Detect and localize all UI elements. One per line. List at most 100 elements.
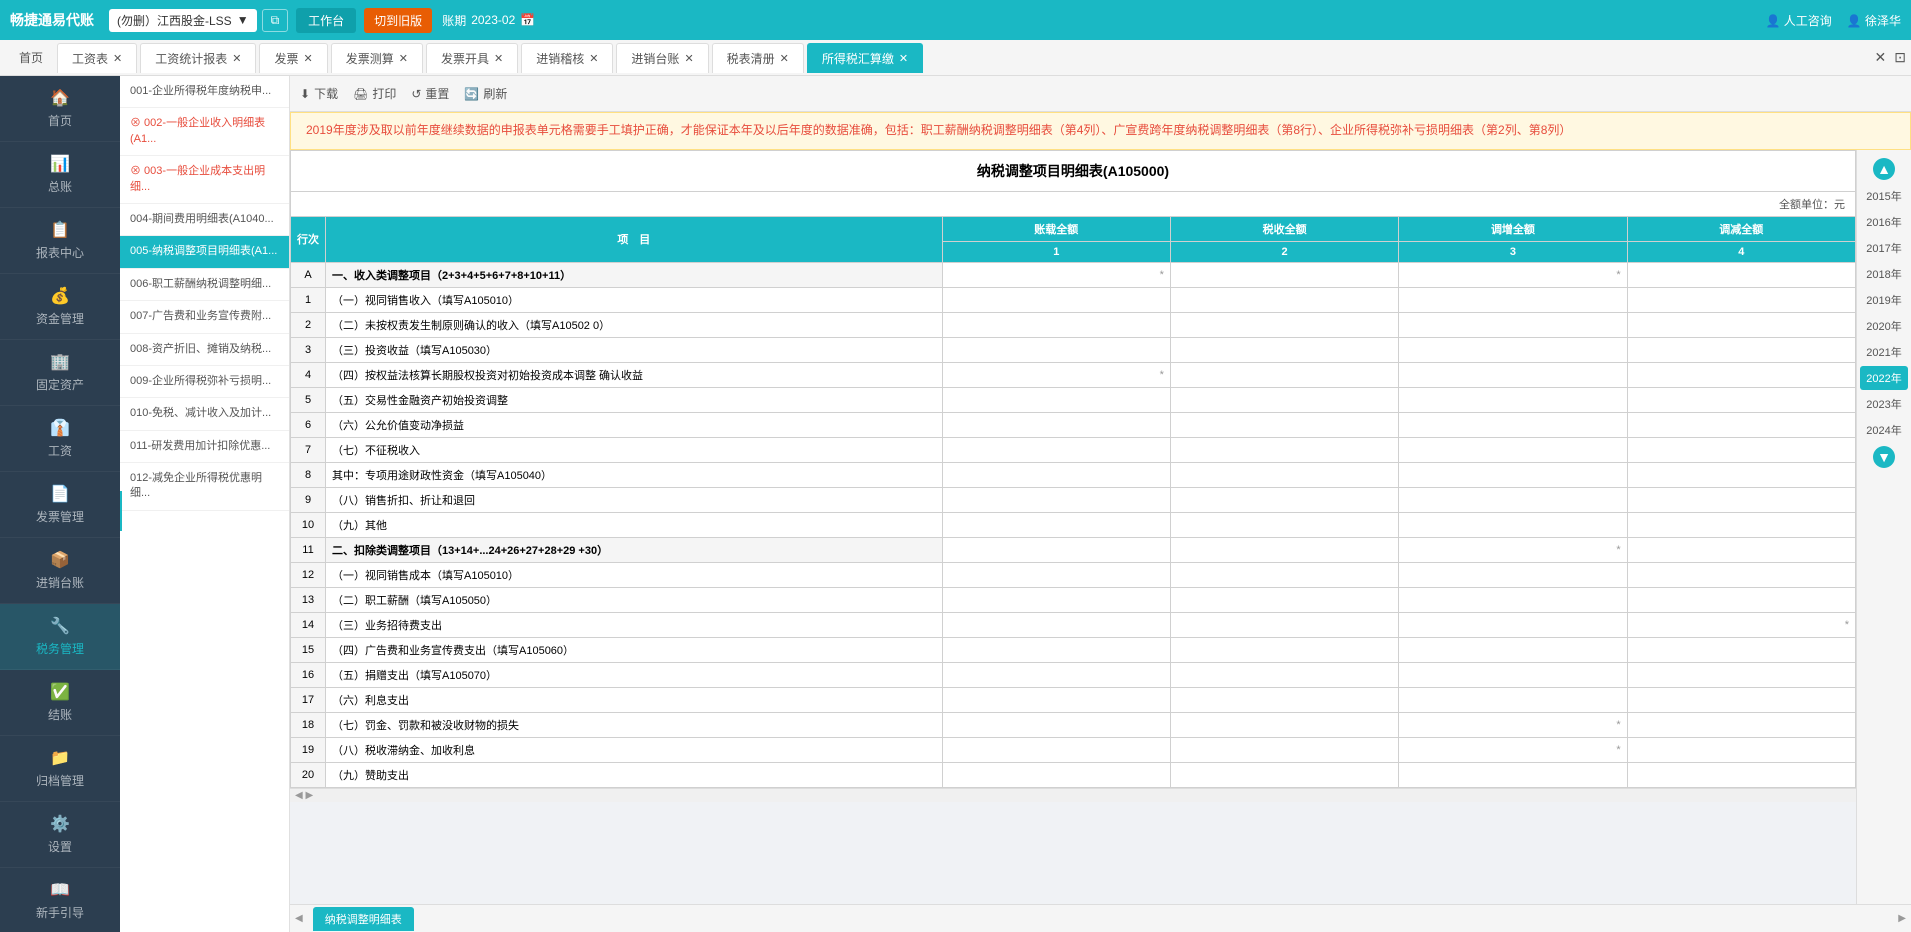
- row-item-cell[interactable]: 其中：专项用途财政性资金（填写A105040）: [326, 462, 943, 487]
- row-data-cell-4[interactable]: [1627, 662, 1855, 687]
- row-item-cell[interactable]: （二）职工薪酬（填写A105050）: [326, 587, 943, 612]
- row-item-cell[interactable]: 二、扣除类调整项目（13+14+...24+26+27+28+29 +30）: [326, 537, 943, 562]
- row-data-cell-4[interactable]: [1627, 737, 1855, 762]
- row-data-cell-1[interactable]: [942, 287, 1170, 312]
- row-data-cell-1[interactable]: [942, 437, 1170, 462]
- row-item-cell[interactable]: （九）其他: [326, 512, 943, 537]
- customer-service-link[interactable]: 👤 人工咨询: [1765, 12, 1831, 29]
- row-data-cell-2[interactable]: [1170, 587, 1398, 612]
- company-selector[interactable]: (勿删）江西股金-LSS ▼: [109, 9, 257, 32]
- row-data-cell-3[interactable]: [1399, 312, 1627, 337]
- row-data-cell-3[interactable]: *: [1399, 712, 1627, 737]
- row-data-cell-4[interactable]: *: [1627, 612, 1855, 637]
- row-item-cell[interactable]: （六）公允价值变动净损益: [326, 412, 943, 437]
- row-data-cell-2[interactable]: [1170, 287, 1398, 312]
- sub-nav-item-002[interactable]: ⊗ 002-一般企业收入明细表(A1...: [120, 108, 289, 156]
- row-item-cell[interactable]: （四）按权益法核算长期股权投资对初始投资成本调整 确认收益: [326, 362, 943, 387]
- year-2016[interactable]: 2016年: [1860, 210, 1908, 234]
- row-item-cell[interactable]: （一）视同销售收入（填写A105010）: [326, 287, 943, 312]
- collapse-subnav-button[interactable]: ◀: [120, 491, 122, 531]
- tab-home[interactable]: 首页: [5, 43, 57, 72]
- refresh-button[interactable]: 🔄 刷新: [464, 85, 507, 102]
- row-data-cell-2[interactable]: [1170, 712, 1398, 737]
- row-data-cell-2[interactable]: [1170, 537, 1398, 562]
- row-item-cell[interactable]: （八）销售折扣、折让和退回: [326, 487, 943, 512]
- row-data-cell-3[interactable]: *: [1399, 537, 1627, 562]
- row-data-cell-2[interactable]: [1170, 412, 1398, 437]
- tab-payroll-close[interactable]: ✕: [113, 52, 122, 65]
- row-data-cell-2[interactable]: [1170, 437, 1398, 462]
- row-data-cell-1[interactable]: [942, 462, 1170, 487]
- year-2021[interactable]: 2021年: [1860, 340, 1908, 364]
- row-data-cell-2[interactable]: [1170, 337, 1398, 362]
- sub-nav-item-001[interactable]: 001-企业所得税年度纳税申...: [120, 76, 289, 108]
- row-data-cell-4[interactable]: [1627, 412, 1855, 437]
- row-data-cell-3[interactable]: [1399, 387, 1627, 412]
- sidebar-item-guide[interactable]: 📖 新手引导: [0, 868, 120, 932]
- row-item-cell[interactable]: （八）税收滞纳金、加收利息: [326, 737, 943, 762]
- tab-payroll-stats[interactable]: 工资统计报表 ✕: [140, 43, 256, 73]
- row-data-cell-3[interactable]: [1399, 337, 1627, 362]
- row-data-cell-3[interactable]: [1399, 762, 1627, 787]
- row-item-cell[interactable]: （七）不征税收入: [326, 437, 943, 462]
- row-data-cell-4[interactable]: [1627, 387, 1855, 412]
- row-data-cell-1[interactable]: [942, 637, 1170, 662]
- expand-icon[interactable]: ⊡: [1894, 49, 1906, 66]
- year-2024[interactable]: 2024年: [1860, 418, 1908, 442]
- row-data-cell-4[interactable]: [1627, 462, 1855, 487]
- sub-nav-item-012[interactable]: 012-减免企业所得税优惠明细...: [120, 463, 289, 511]
- row-data-cell-2[interactable]: [1170, 662, 1398, 687]
- tab-income-tax[interactable]: 所得税汇算缴 ✕: [807, 43, 923, 73]
- row-data-cell-3[interactable]: *: [1399, 262, 1627, 287]
- row-data-cell-3[interactable]: [1399, 637, 1627, 662]
- row-data-cell-4[interactable]: [1627, 362, 1855, 387]
- row-data-cell-2[interactable]: [1170, 762, 1398, 787]
- row-data-cell-2[interactable]: [1170, 637, 1398, 662]
- sub-nav-item-008[interactable]: 008-资产折旧、摊销及纳税...: [120, 334, 289, 366]
- row-data-cell-3[interactable]: [1399, 512, 1627, 537]
- sidebar-item-close-accounts[interactable]: ✅ 结账: [0, 670, 120, 736]
- sidebar-item-payroll[interactable]: 👔 工资: [0, 406, 120, 472]
- tab-purchase-check[interactable]: 进销稽核 ✕: [521, 43, 613, 73]
- row-data-cell-4[interactable]: [1627, 487, 1855, 512]
- row-data-cell-1[interactable]: [942, 387, 1170, 412]
- sub-nav-item-003[interactable]: ⊗ 003-一般企业成本支出明细...: [120, 156, 289, 204]
- tab-payroll[interactable]: 工资表 ✕: [57, 43, 137, 73]
- tab-invoice[interactable]: 发票 ✕: [259, 43, 327, 73]
- copy-button[interactable]: ⧉: [262, 9, 289, 32]
- row-data-cell-4[interactable]: [1627, 712, 1855, 737]
- tab-tax-register[interactable]: 税表清册 ✕: [712, 43, 804, 73]
- row-data-cell-3[interactable]: *: [1399, 737, 1627, 762]
- switch-old-button[interactable]: 切到旧版: [364, 8, 432, 33]
- workbench-button[interactable]: 工作台: [296, 8, 356, 33]
- year-2018[interactable]: 2018年: [1860, 262, 1908, 286]
- row-data-cell-2[interactable]: [1170, 362, 1398, 387]
- tab-invoice-calc-close[interactable]: ✕: [399, 52, 408, 65]
- row-data-cell-4[interactable]: [1627, 512, 1855, 537]
- row-data-cell-3[interactable]: [1399, 562, 1627, 587]
- year-2017[interactable]: 2017年: [1860, 236, 1908, 260]
- bottom-scroll-right[interactable]: ▶: [1898, 913, 1906, 924]
- tab-invoice-open-close[interactable]: ✕: [494, 52, 503, 65]
- row-data-cell-4[interactable]: [1627, 337, 1855, 362]
- row-item-cell[interactable]: （五）捐赠支出（填写A105070）: [326, 662, 943, 687]
- sidebar-item-ledger[interactable]: 📊 总账: [0, 142, 120, 208]
- row-data-cell-1[interactable]: [942, 587, 1170, 612]
- sidebar-item-assets[interactable]: 🏢 固定资产: [0, 340, 120, 406]
- sidebar-item-settings[interactable]: ⚙️ 设置: [0, 802, 120, 868]
- row-data-cell-1[interactable]: [942, 612, 1170, 637]
- tab-invoice-close[interactable]: ✕: [304, 52, 313, 65]
- row-data-cell-1[interactable]: [942, 312, 1170, 337]
- row-data-cell-1[interactable]: [942, 737, 1170, 762]
- bottom-scroll-left[interactable]: ◀: [295, 913, 303, 924]
- row-data-cell-3[interactable]: [1399, 362, 1627, 387]
- row-data-cell-1[interactable]: *: [942, 362, 1170, 387]
- row-item-cell[interactable]: （九）赞助支出: [326, 762, 943, 787]
- row-item-cell[interactable]: （一）视同销售成本（填写A105010）: [326, 562, 943, 587]
- row-item-cell[interactable]: （五）交易性金融资产初始投资调整: [326, 387, 943, 412]
- year-2020[interactable]: 2020年: [1860, 314, 1908, 338]
- tab-income-tax-close[interactable]: ✕: [899, 52, 908, 65]
- close-window-icon[interactable]: ✕: [1875, 49, 1887, 66]
- user-avatar[interactable]: 👤 徐泽华: [1847, 12, 1901, 29]
- row-item-cell[interactable]: （七）罚金、罚款和被没收财物的损失: [326, 712, 943, 737]
